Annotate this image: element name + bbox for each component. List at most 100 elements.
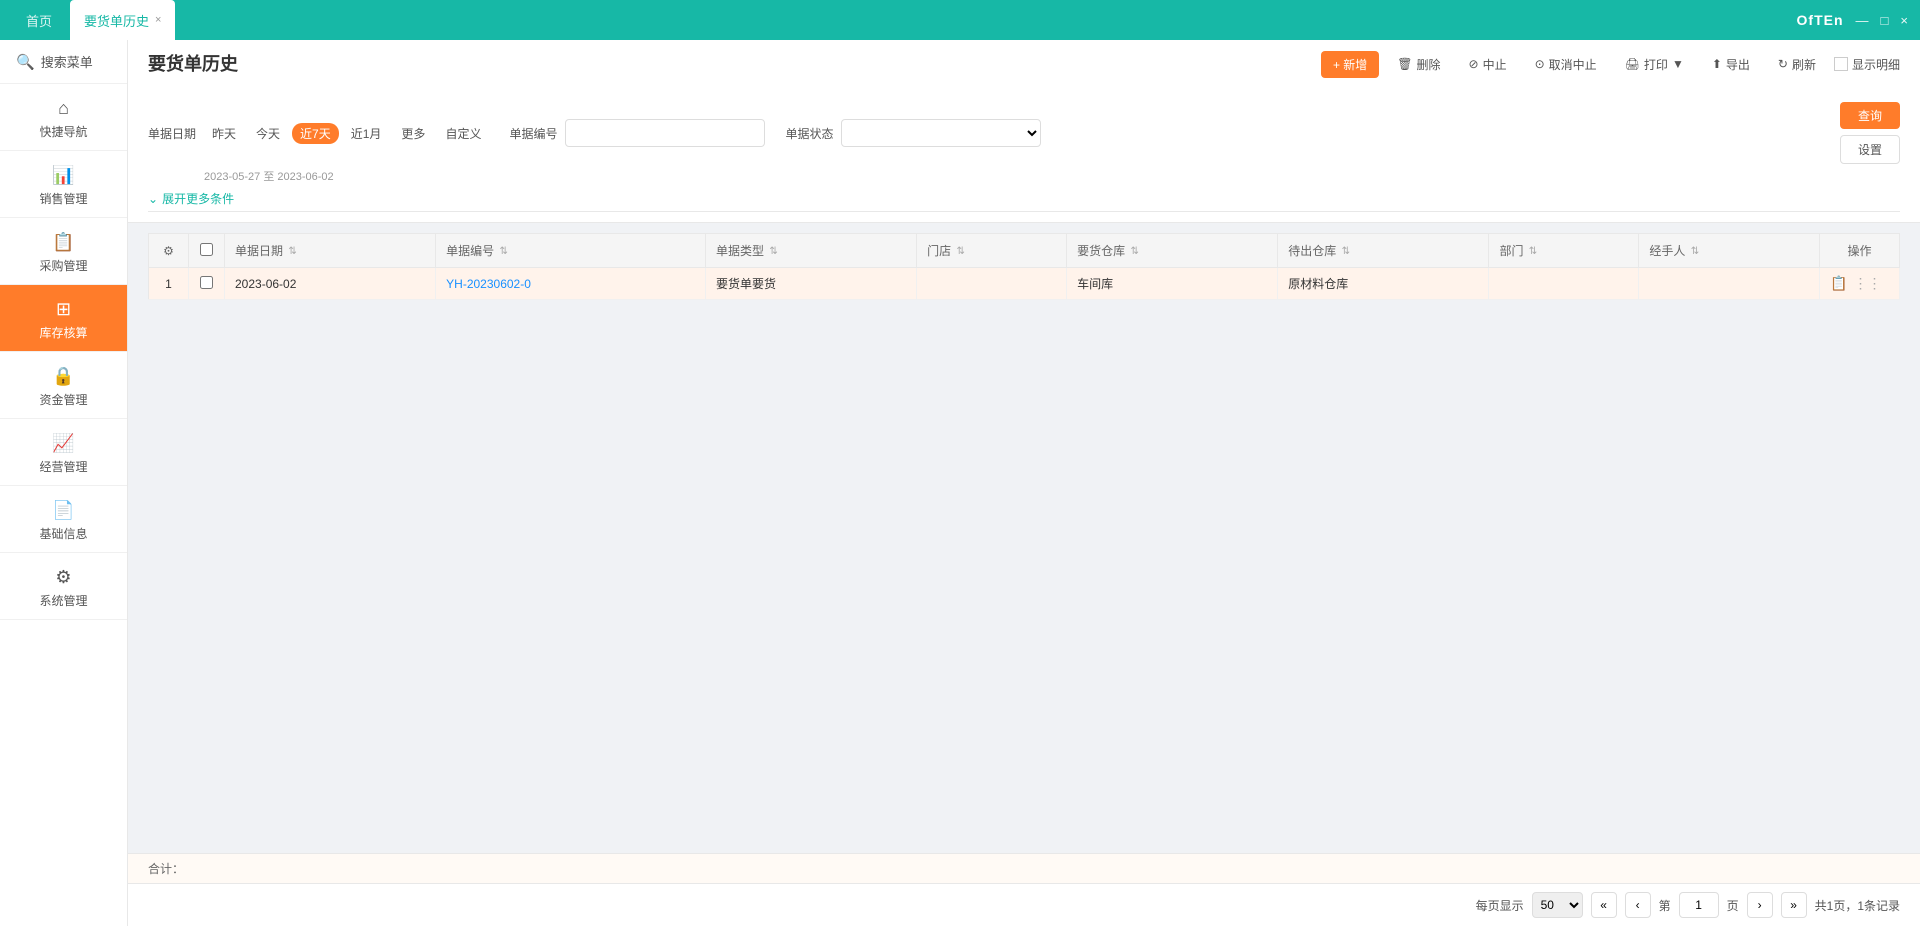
date-pill-1month[interactable]: 近1月 — [343, 123, 390, 144]
row-operations: 📋 ⋮⋮ — [1820, 268, 1900, 300]
refresh-button[interactable]: ↻ 刷新 — [1768, 51, 1826, 78]
sidebar-item-quick-nav-label: 快捷导航 — [39, 123, 87, 140]
main-content: 要货单历史 + 新增 🗑 删除 ⊘ 中止 ⊙ 取消中止 — [128, 40, 1920, 926]
status-label: 单据状态 — [785, 125, 833, 142]
date-pill-yesterday[interactable]: 昨天 — [204, 123, 244, 144]
table-footer: 合计： — [128, 853, 1920, 883]
date-pill-7days[interactable]: 近7天 — [292, 123, 339, 144]
settings-button[interactable]: 设置 — [1840, 135, 1900, 164]
search-menu[interactable]: 🔍 搜索菜单 — [0, 40, 127, 84]
next-page-button[interactable]: › — [1747, 892, 1773, 918]
date-pill-custom[interactable]: 自定义 — [437, 123, 489, 144]
date-pill-more[interactable]: 更多 — [393, 123, 433, 144]
expand-more-btn[interactable]: ⌄ 展开更多条件 — [148, 190, 1900, 207]
type-sort-icon[interactable]: ⇅ — [769, 246, 777, 257]
sidebar-item-purchase-label: 采购管理 — [39, 257, 87, 274]
maximize-button[interactable]: □ — [1881, 13, 1889, 28]
sidebar-item-purchase-mgmt[interactable]: 📋 采购管理 — [0, 218, 127, 285]
cancel-suspend-button[interactable]: ⊙ 取消中止 — [1525, 51, 1607, 78]
doc-number-link[interactable]: YH-20230602-0 — [446, 277, 531, 291]
export-button[interactable]: ⬆ 导出 — [1702, 51, 1760, 78]
content-header: 要货单历史 + 新增 🗑 删除 ⊘ 中止 ⊙ 取消中止 — [128, 40, 1920, 223]
row-handler — [1639, 268, 1820, 300]
minimize-button[interactable]: — — [1856, 13, 1869, 28]
display-detail-toggle[interactable]: 显示明细 — [1834, 56, 1900, 73]
operation-column-header: 操作 — [1820, 234, 1900, 268]
print-icon: 🖨 — [1625, 57, 1640, 71]
req-warehouse-sort-icon[interactable]: ⇅ — [1130, 246, 1138, 257]
prev-page-button[interactable]: ‹ — [1625, 892, 1651, 918]
column-settings-icon[interactable]: ⚙ — [163, 244, 174, 258]
pagination-bar: 每页显示 50 100 « ‹ 第 页 › » 共1页，1条记录 — [128, 883, 1920, 926]
sidebar-item-basic-info[interactable]: 📄 基础信息 — [0, 486, 127, 553]
display-detail-checkbox[interactable] — [1834, 57, 1848, 71]
top-right-controls: OfTEn — □ × — [1797, 12, 1908, 28]
row-action-icons: 📋 ⋮⋮ — [1830, 275, 1889, 292]
tab-home[interactable]: 首页 — [12, 0, 66, 40]
pending-warehouse-column-header: 待出仓库 ⇅ — [1278, 234, 1489, 268]
expand-more-label: 展开更多条件 — [162, 190, 234, 207]
row-store — [917, 268, 1067, 300]
operation-column-label: 操作 — [1847, 244, 1871, 258]
inventory-icon: ⊞ — [56, 299, 71, 320]
export-label: 导出 — [1726, 56, 1750, 73]
doc-number-input[interactable] — [565, 119, 765, 147]
suspend-button[interactable]: ⊘ 中止 — [1459, 51, 1517, 78]
checkbox-column-header — [189, 234, 225, 268]
tabs-area: 首页 要货单历史 × — [12, 0, 175, 40]
row-edit-icon[interactable]: 📋 — [1830, 275, 1847, 292]
pending-warehouse-column-label: 待出仓库 — [1288, 244, 1336, 258]
ops-icon: 📈 — [52, 433, 74, 454]
sidebar-item-sales-label: 销售管理 — [39, 190, 87, 207]
select-all-checkbox[interactable] — [200, 243, 213, 256]
tab-close-icon[interactable]: × — [155, 14, 161, 26]
page-number-input[interactable] — [1679, 892, 1719, 918]
row-checkbox[interactable] — [200, 276, 213, 289]
quick-nav-icon: ⌂ — [58, 98, 69, 119]
date-pills: 昨天 今天 近7天 近1月 更多 自定义 — [204, 123, 489, 144]
date-filter-group: 单据日期 昨天 今天 近7天 近1月 更多 自定义 — [148, 123, 489, 144]
close-button[interactable]: × — [1900, 13, 1908, 28]
date-sort-icon[interactable]: ⇅ — [288, 246, 296, 257]
row-pending-warehouse: 原材料仓库 — [1278, 268, 1489, 300]
sales-icon: 📊 — [52, 165, 74, 186]
row-delete-icon[interactable]: ⋮⋮ — [1853, 275, 1881, 292]
sidebar-item-finance-mgmt[interactable]: 🔒 资金管理 — [0, 352, 127, 419]
table-row: 1 2023-06-02 YH-20230602-0 要货单要货 车间库 — [149, 268, 1900, 300]
req-warehouse-column-label: 要货仓库 — [1077, 244, 1125, 258]
add-button[interactable]: + 新增 — [1321, 51, 1379, 78]
page-size-select[interactable]: 50 100 — [1532, 892, 1583, 918]
pending-warehouse-sort-icon[interactable]: ⇅ — [1342, 246, 1350, 257]
sidebar-item-inventory-label: 库存核算 — [39, 324, 87, 341]
row-number: YH-20230602-0 — [436, 268, 706, 300]
sidebar-item-inventory[interactable]: ⊞ 库存核算 — [0, 285, 127, 352]
date-pill-today[interactable]: 今天 — [248, 123, 288, 144]
print-button[interactable]: 🖨 打印 ▼ — [1615, 51, 1694, 78]
sidebar-item-system-mgmt[interactable]: ⚙ 系统管理 — [0, 553, 127, 620]
settings-column-header[interactable]: ⚙ — [149, 234, 189, 268]
row-checkbox-cell — [189, 268, 225, 300]
first-page-button[interactable]: « — [1591, 892, 1617, 918]
sidebar-item-quick-nav[interactable]: ⌂ 快捷导航 — [0, 84, 127, 151]
total-pages-info: 共1页，1条记录 — [1815, 897, 1900, 914]
per-page-label: 每页显示 — [1476, 897, 1524, 914]
sidebar-item-sales-mgmt[interactable]: 📊 销售管理 — [0, 151, 127, 218]
tab-requisition-history[interactable]: 要货单历史 × — [70, 0, 175, 40]
department-sort-icon[interactable]: ⇅ — [1529, 246, 1537, 257]
number-sort-icon[interactable]: ⇅ — [500, 246, 508, 257]
delete-icon: 🗑 — [1397, 57, 1412, 71]
date-range-display: 2023-05-27 至 2023-06-02 — [148, 168, 1900, 184]
type-column-label: 单据类型 — [716, 244, 764, 258]
toolbar: + 新增 🗑 删除 ⊘ 中止 ⊙ 取消中止 — [1321, 51, 1900, 88]
last-page-button[interactable]: » — [1781, 892, 1807, 918]
sidebar-item-ops-mgmt[interactable]: 📈 经营管理 — [0, 419, 127, 486]
delete-button[interactable]: 🗑 删除 — [1387, 51, 1450, 78]
number-column-label: 单据编号 — [446, 244, 494, 258]
handler-sort-icon[interactable]: ⇅ — [1691, 246, 1699, 257]
cancel-suspend-icon: ⊙ — [1535, 57, 1545, 71]
home-tab-label: 首页 — [26, 11, 52, 30]
query-button[interactable]: 查询 — [1840, 102, 1900, 129]
requisition-history-tab-label: 要货单历史 — [84, 11, 149, 30]
store-sort-icon[interactable]: ⇅ — [957, 246, 965, 257]
status-select[interactable] — [841, 119, 1041, 147]
